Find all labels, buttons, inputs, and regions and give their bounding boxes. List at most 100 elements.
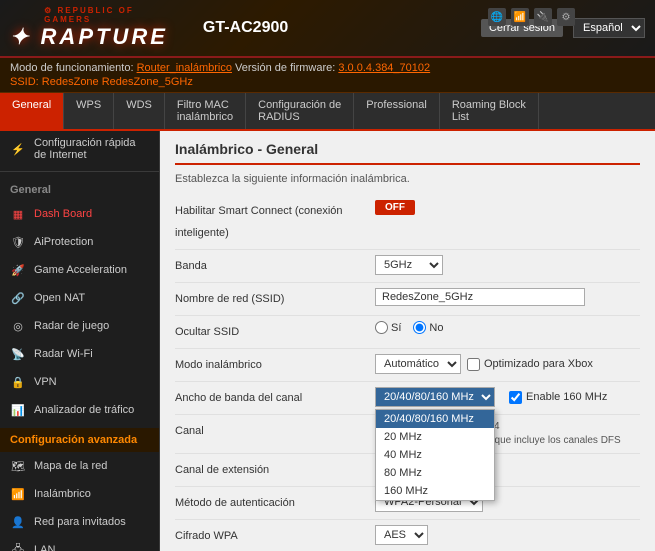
quick-config-label: Configuración rápida de Internet [34,137,149,161]
dropdown-item-40[interactable]: 40 MHz [376,446,494,464]
banda-label: Banda [175,255,375,277]
rog-text: ⚙ REPUBLIC OFGAMERS [44,6,134,24]
tab-filtro-mac[interactable]: Filtro MACinalámbrico [165,93,246,129]
mode-label: Modo de funcionamiento: [10,62,134,74]
language-select[interactable]: Español [573,18,645,38]
subheader: Modo de funcionamiento: Router_inalámbri… [0,58,655,93]
ocultar-ssid-label: Ocultar SSID [175,321,375,343]
banda-select[interactable]: 5GHz 2.4GHz [375,255,443,275]
radio-no[interactable] [413,321,426,334]
enable160-label: Enable 160 MHz [509,391,607,404]
guest-icon: 👤 [10,514,26,530]
ssid-label: SSID: [10,76,39,88]
enable160-checkbox[interactable] [509,391,522,404]
ancho-banda-select[interactable]: 20/40/80/160 MHz [375,387,495,407]
divider-1 [0,171,159,172]
vpn-label: VPN [34,376,57,388]
smart-connect-label: Habilitar Smart Connect (conexión inteli… [175,200,375,244]
sidebar-item-quick-config[interactable]: ⚡ Configuración rápida de Internet [0,131,159,167]
firmware-info: Modo de funcionamiento: Router_inalámbri… [10,62,645,74]
radio-no-label: No [413,321,443,334]
rapture-logo: ✦ RAPTURE [10,24,168,50]
ancho-banda-label: Ancho de banda del canal [175,387,375,409]
icon-settings[interactable]: ⚙ [557,8,575,26]
tab-wps[interactable]: WPS [64,93,114,129]
radar-wifi-label: Radar Wi-Fi [34,348,93,360]
config-avanzada-label: Configuración avanzada [10,434,137,446]
tab-radius[interactable]: Configuración deRADIUS [246,93,354,129]
xbox-checkbox-label: Optimizado para Xbox [467,358,593,371]
dashboard-label: Dash Board [34,208,92,220]
modo-inalambrico-row: Modo inalámbrico Automático Optimizado p… [175,349,640,382]
tab-professional[interactable]: Professional [354,93,440,129]
sidebar-item-inalambrico[interactable]: 📶 Inalámbrico [0,480,159,508]
sidebar-item-vpn[interactable]: 🔒 VPN [0,368,159,396]
sidebar-item-mapa[interactable]: 🗺 Mapa de la red [0,452,159,480]
status-icons: 🌐 📶 🔌 ⚙ [488,8,575,26]
grid-icon: ▦ [10,206,26,222]
smart-connect-toggle[interactable]: OFF [375,200,415,215]
sidebar-item-open-nat[interactable]: 🔗 Open NAT [0,284,159,312]
main-layout: ⚡ Configuración rápida de Internet Gener… [0,131,655,551]
cifrado-select[interactable]: AES [375,525,428,545]
tab-wds[interactable]: WDS [114,93,165,129]
sidebar-item-lan[interactable]: 🖧 LAN [0,536,159,551]
dropdown-item-160[interactable]: 160 MHz [376,482,494,500]
sidebar-item-traffic[interactable]: 📊 Analizador de tráfico [0,396,159,424]
lan-icon: 🖧 [10,542,26,551]
mode-link[interactable]: Router_inalámbrico [137,62,232,74]
ssid-control [375,288,640,306]
ocultar-ssid-row: Ocultar SSID Sí No [175,316,640,349]
header: ⚙ REPUBLIC OFGAMERS ✦ RAPTURE GT-AC2900 … [0,0,655,58]
config-avanzada-header: Configuración avanzada [0,428,159,452]
ssid-row: Nombre de red (SSID) [175,283,640,316]
icon-internet: 🌐 [488,8,506,26]
icon-wifi: 📶 [511,8,529,26]
modo-select[interactable]: Automático [375,354,461,374]
ssid-value1: RedesZone [42,76,99,88]
ancho-banda-control: 20/40/80/160 MHz 20/40/80/160 MHz 20 MHz… [375,387,640,407]
sidebar-item-radar-juego[interactable]: ◎ Radar de juego [0,312,159,340]
general-section-label: General [0,176,159,200]
shield-icon: 🛡 [10,234,26,250]
page-title: Inalámbrico - General [175,141,640,165]
dropdown-item-80[interactable]: 80 MHz [376,464,494,482]
chart-icon: 📊 [10,402,26,418]
ocultar-ssid-control: Sí No [375,321,640,334]
sidebar-item-dashboard[interactable]: ▦ Dash Board [0,200,159,228]
inalambrico-label: Inalámbrico [34,488,91,500]
header-controls: 🌐 📶 🔌 ⚙ Cerrar sesión Español [481,18,645,38]
fw-link[interactable]: 3.0.0.4.384_70102 [338,62,430,74]
sidebar: ⚡ Configuración rápida de Internet Gener… [0,131,160,551]
map-icon: 🗺 [10,458,26,474]
sidebar-item-radar-wifi[interactable]: 📡 Radar Wi-Fi [0,340,159,368]
banda-control: 5GHz 2.4GHz [375,255,640,275]
sidebar-item-red-invitados[interactable]: 👤 Red para invitados [0,508,159,536]
cifrado-row: Cifrado WPA AES [175,520,640,551]
sidebar-item-game-accel[interactable]: 🚀 Game Acceleration [0,256,159,284]
canal-extension-label: Canal de extensión [175,459,375,481]
red-invitados-label: Red para invitados [34,516,126,528]
cifrado-label: Cifrado WPA [175,525,375,547]
dropdown-item-20[interactable]: 20 MHz [376,428,494,446]
game-accel-label: Game Acceleration [34,264,127,276]
tab-general[interactable]: General [0,93,64,129]
vpn-icon: 🔒 [10,374,26,390]
quick-config-icon: ⚡ [10,141,26,157]
network-icon: 🔗 [10,290,26,306]
traffic-label: Analizador de tráfico [34,404,134,416]
tab-roaming[interactable]: Roaming BlockList [440,93,539,129]
ancho-banda-row: Ancho de banda del canal 20/40/80/160 MH… [175,382,640,415]
logo-block: ⚙ REPUBLIC OFGAMERS ✦ RAPTURE [10,6,168,50]
radio-si[interactable] [375,321,388,334]
section-description: Establezca la siguiente información inal… [175,173,640,185]
xbox-checkbox[interactable] [467,358,480,371]
wifi-icon: 📡 [10,346,26,362]
bandwidth-dropdown: 20/40/80/160 MHz 20 MHz 40 MHz 80 MHz 16… [375,409,495,501]
aiprotection-label: AiProtection [34,236,93,248]
ssid-input[interactable] [375,288,585,306]
sidebar-item-aiprotection[interactable]: 🛡 AiProtection [0,228,159,256]
dropdown-item-160all[interactable]: 20/40/80/160 MHz [376,410,494,428]
radio-si-label: Sí [375,321,401,334]
main-content: Inalámbrico - General Establezca la sigu… [160,131,655,551]
